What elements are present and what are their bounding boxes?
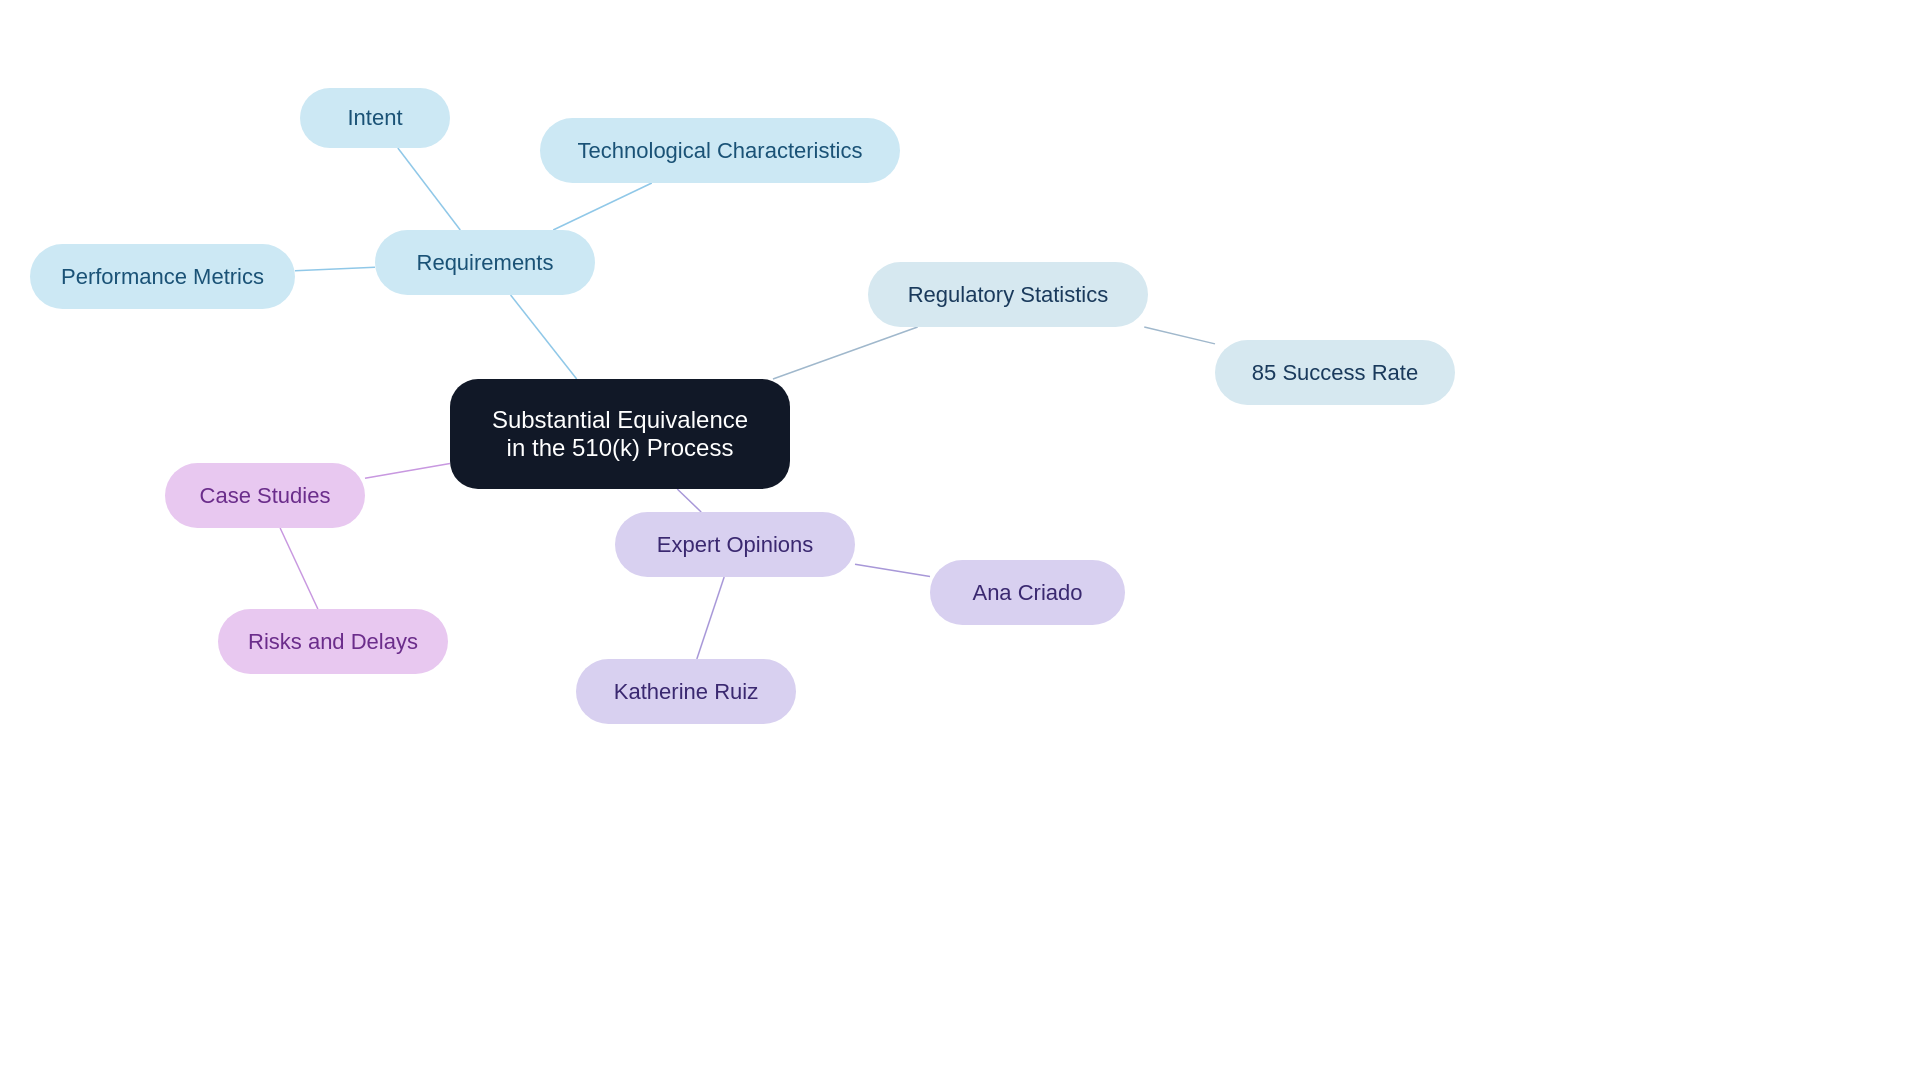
reg-stats-label: Regulatory Statistics [908,282,1109,308]
intent-label: Intent [347,105,402,131]
katherine-ruiz-label: Katherine Ruiz [614,679,758,705]
svg-line-4 [773,327,918,379]
intent-node[interactable]: Intent [300,88,450,148]
technological-characteristics-node[interactable]: Technological Characteristics [540,118,900,183]
ana-criado-label: Ana Criado [972,580,1082,606]
requirements-node[interactable]: Requirements [375,230,595,295]
case-studies-node[interactable]: Case Studies [165,463,365,528]
performance-metrics-node[interactable]: Performance Metrics [30,244,295,309]
success-rate-label: 85 Success Rate [1252,360,1418,386]
requirements-label: Requirements [417,250,554,276]
katherine-ruiz-node[interactable]: Katherine Ruiz [576,659,796,724]
svg-line-3 [295,267,375,270]
svg-line-6 [365,463,450,478]
connections-svg [0,0,1920,1083]
svg-line-0 [511,295,577,379]
svg-line-2 [553,183,652,230]
regulatory-statistics-node[interactable]: Regulatory Statistics [868,262,1148,327]
svg-line-1 [398,148,460,230]
perf-metrics-label: Performance Metrics [61,264,264,290]
success-rate-node[interactable]: 85 Success Rate [1215,340,1455,405]
svg-line-9 [855,564,930,576]
svg-line-10 [697,577,724,659]
risks-delays-label: Risks and Delays [248,629,418,655]
svg-line-8 [677,489,701,512]
tech-char-label: Technological Characteristics [578,138,863,164]
case-studies-label: Case Studies [200,483,331,509]
central-node[interactable]: Substantial Equivalence in the 510(k) Pr… [450,379,790,489]
expert-opinions-label: Expert Opinions [657,532,814,558]
mindmap-container: Substantial Equivalence in the 510(k) Pr… [0,0,1920,1083]
risks-delays-node[interactable]: Risks and Delays [218,609,448,674]
ana-criado-node[interactable]: Ana Criado [930,560,1125,625]
svg-line-7 [280,528,318,609]
svg-line-5 [1144,327,1215,344]
central-label: Substantial Equivalence in the 510(k) Pr… [490,406,750,462]
expert-opinions-node[interactable]: Expert Opinions [615,512,855,577]
